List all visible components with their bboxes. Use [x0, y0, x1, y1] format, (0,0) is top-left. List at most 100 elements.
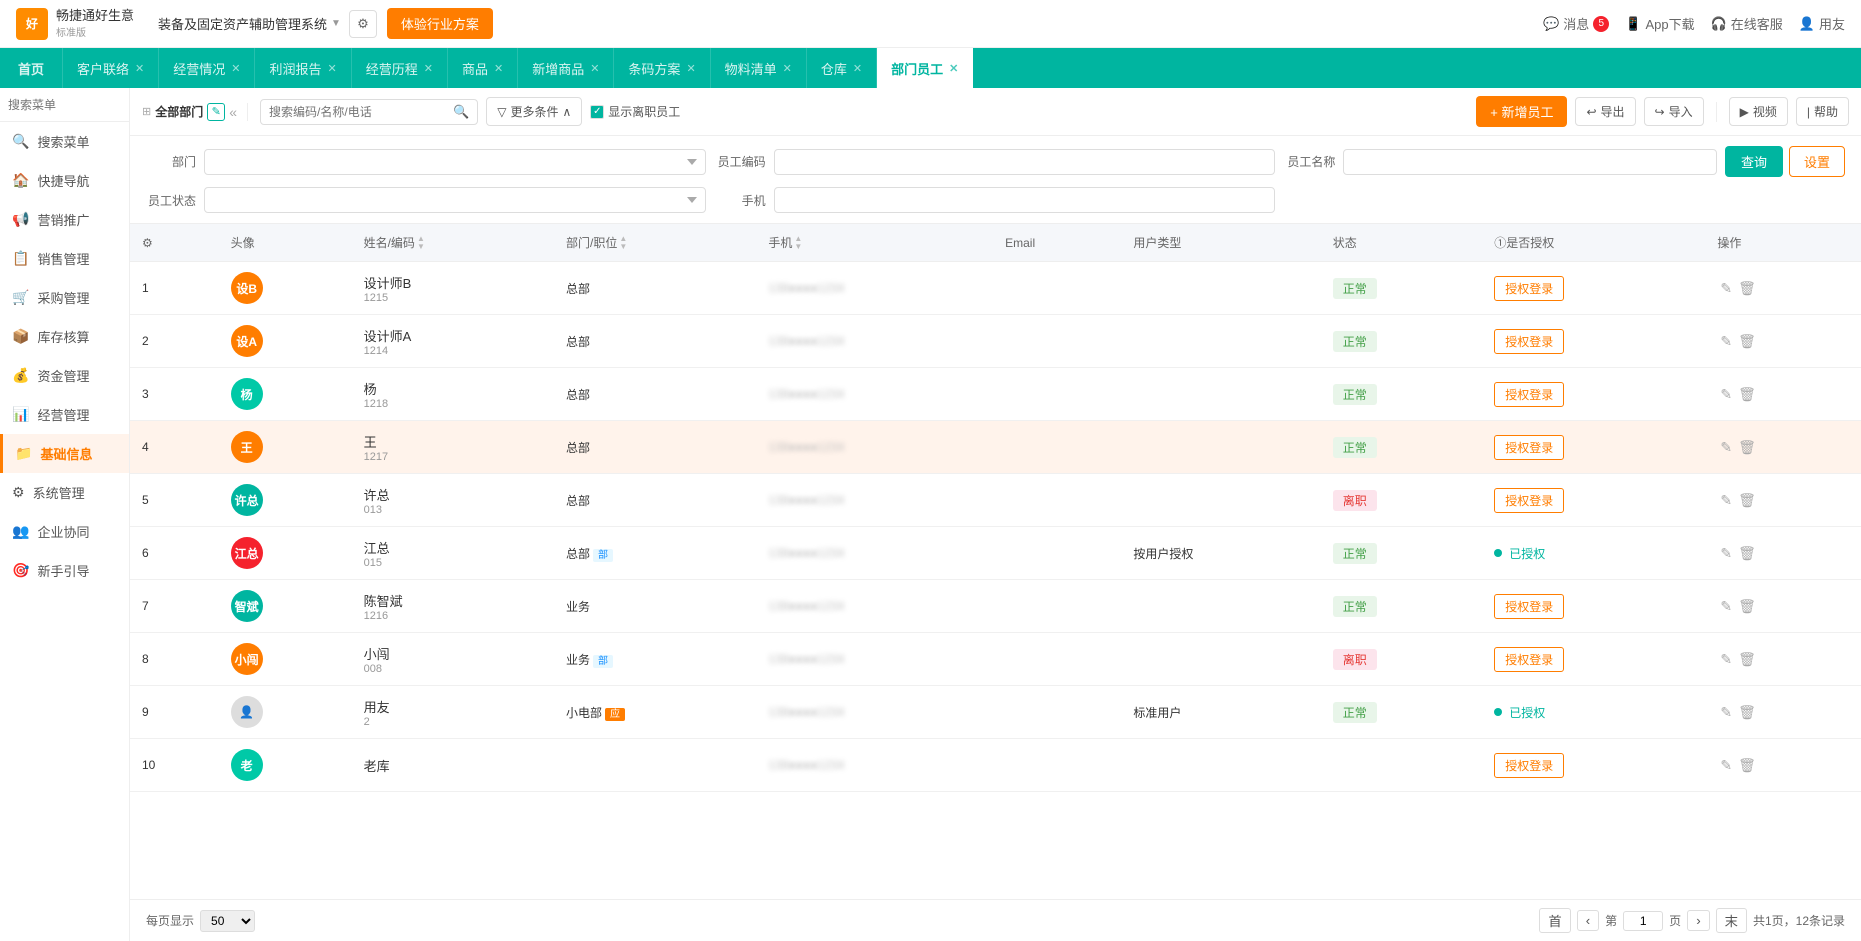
edit-button[interactable]: ✎	[1720, 545, 1732, 561]
edit-button[interactable]: ✎	[1720, 492, 1732, 508]
sidebar-item-sales[interactable]: 📋销售管理	[0, 239, 129, 278]
app-download-button[interactable]: 📱 App下载	[1625, 14, 1694, 33]
phone-input[interactable]	[774, 187, 1276, 213]
first-page-btn[interactable]: 首	[1539, 908, 1570, 933]
show-resigned-toggle[interactable]: ✓ 显示离职员工	[590, 103, 680, 120]
delete-button[interactable]: 🗑	[1738, 598, 1756, 614]
auth-login-button[interactable]: 授权登录	[1494, 594, 1564, 619]
sidebar-item-collab[interactable]: 👥企业协同	[0, 512, 129, 551]
delete-button[interactable]: 🗑	[1738, 439, 1756, 455]
collapse-dept-icon[interactable]: «	[229, 104, 237, 120]
delete-button[interactable]: 🗑	[1738, 492, 1756, 508]
logo-area: 好 畅捷通好生意 标准版	[16, 8, 146, 40]
import-btn[interactable]: ↪ 导入	[1644, 97, 1704, 126]
delete-button[interactable]: 🗑	[1738, 545, 1756, 561]
tab-profit[interactable]: 利润报告 ✕	[255, 48, 351, 88]
sidebar-search-input[interactable]	[8, 98, 130, 112]
sidebar-item-quicknav[interactable]: 🏠快捷导航	[0, 161, 129, 200]
edit-button[interactable]: ✎	[1720, 598, 1732, 614]
more-conditions-btn[interactable]: ▽ 更多条件 ∧	[486, 97, 582, 126]
query-button[interactable]: 查询	[1725, 146, 1783, 177]
edit-button[interactable]: ✎	[1720, 386, 1732, 402]
last-page-btn[interactable]: 末	[1716, 908, 1747, 933]
edit-button[interactable]: ✎	[1720, 333, 1732, 349]
row-dept: 业务部	[554, 633, 756, 686]
tab-operations[interactable]: 经营情况 ✕	[159, 48, 255, 88]
page-input[interactable]	[1623, 911, 1663, 931]
delete-button[interactable]: 🗑	[1738, 386, 1756, 402]
row-dept	[554, 739, 756, 792]
status-badge: 离职	[1333, 649, 1377, 670]
row-user-type	[1121, 580, 1320, 633]
row-name-code: 许总013	[352, 474, 554, 527]
sidebar-item-inventory[interactable]: 📦库存核算	[0, 317, 129, 356]
row-auth: 授权登录	[1482, 739, 1705, 792]
edit-button[interactable]: ✎	[1720, 757, 1732, 773]
user-menu[interactable]: 👤 用友	[1799, 14, 1845, 33]
help-btn[interactable]: | 帮助	[1796, 97, 1849, 126]
auth-login-button[interactable]: 授权登录	[1494, 488, 1564, 513]
prev-page-btn[interactable]: ‹	[1577, 910, 1599, 931]
auth-login-button[interactable]: 授权登录	[1494, 382, 1564, 407]
view-btn[interactable]: ▶ 视频	[1729, 97, 1788, 126]
online-service-button[interactable]: 🎧 在线客服	[1711, 14, 1783, 33]
sidebar-item-finance[interactable]: 💰资金管理	[0, 356, 129, 395]
next-page-btn[interactable]: ›	[1687, 910, 1709, 931]
search-input[interactable]	[269, 105, 449, 119]
show-resigned-checkbox[interactable]: ✓	[590, 105, 604, 119]
auth-login-button[interactable]: 授权登录	[1494, 329, 1564, 354]
set-button[interactable]: 设置	[1789, 146, 1845, 177]
message-button[interactable]: 💬 消息 5	[1543, 14, 1609, 33]
auth-login-button[interactable]: 授权登录	[1494, 647, 1564, 672]
tab-customer[interactable]: 客户联络 ✕	[63, 48, 159, 88]
delete-button[interactable]: 🗑	[1738, 757, 1756, 773]
dept-select[interactable]	[204, 149, 706, 175]
gear-button[interactable]: ⚙	[349, 10, 377, 38]
auth-login-button[interactable]: 授权登录	[1494, 753, 1564, 778]
tab-warehouse[interactable]: 仓库 ✕	[807, 48, 877, 88]
edit-button[interactable]: ✎	[1720, 651, 1732, 667]
delete-button[interactable]: 🗑	[1738, 280, 1756, 296]
edit-button[interactable]: ✎	[1720, 704, 1732, 720]
edit-button[interactable]: ✎	[1720, 280, 1732, 296]
status-badge: 正常	[1333, 384, 1377, 405]
employee-code-input[interactable]	[774, 149, 1276, 175]
sidebar-item-purchase[interactable]: 🛒采购管理	[0, 278, 129, 317]
delete-button[interactable]: 🗑	[1738, 333, 1756, 349]
tab-home[interactable]: 首页	[0, 48, 63, 88]
sidebar-item-operations[interactable]: 📊经营管理	[0, 395, 129, 434]
tab-employee[interactable]: 部门员工 ✕	[877, 48, 973, 88]
tab-bom[interactable]: 物料清单 ✕	[711, 48, 807, 88]
employee-name-input[interactable]	[1343, 149, 1717, 175]
delete-button[interactable]: 🗑	[1738, 651, 1756, 667]
sidebar-item-guide[interactable]: 🎯新手引导	[0, 551, 129, 590]
auth-login-button[interactable]: 授权登录	[1494, 276, 1564, 301]
top-right: 💬 消息 5 📱 App下载 🎧 在线客服 👤 用友	[1543, 14, 1845, 33]
delete-button[interactable]: 🗑	[1738, 704, 1756, 720]
col-settings[interactable]: ⚙	[130, 224, 219, 262]
tab-barcode[interactable]: 条码方案 ✕	[614, 48, 710, 88]
add-employee-button[interactable]: + 新增员工	[1476, 96, 1567, 127]
sidebar-item-system[interactable]: ⚙系统管理	[0, 473, 129, 512]
sidebar-item-marketing[interactable]: 📢营销推广	[0, 200, 129, 239]
tab-journey[interactable]: 经营历程 ✕	[352, 48, 448, 88]
sidebar-item-search[interactable]: 🔍搜索菜单	[0, 122, 129, 161]
search-icon[interactable]: 🔍	[453, 104, 469, 120]
per-page-select[interactable]: 50 100 200	[200, 910, 255, 932]
tab-new-goods[interactable]: 新增商品 ✕	[518, 48, 614, 88]
edit-button[interactable]: ✎	[1720, 439, 1732, 455]
col-name[interactable]: 姓名/编码 ▲▼	[352, 224, 554, 262]
col-phone[interactable]: 手机 ▲▼	[756, 224, 993, 262]
auth-login-button[interactable]: 授权登录	[1494, 435, 1564, 460]
row-email	[993, 368, 1121, 421]
row-auth: 授权登录	[1482, 262, 1705, 315]
sidebar-item-basic[interactable]: 📁基础信息	[0, 434, 129, 473]
trial-button[interactable]: 体验行业方案	[387, 8, 493, 39]
tab-goods[interactable]: 商品 ✕	[448, 48, 518, 88]
export-btn[interactable]: ↩ 导出	[1575, 97, 1635, 126]
all-dept-label[interactable]: 全部部门	[155, 103, 203, 120]
status-select[interactable]	[204, 187, 706, 213]
col-dept[interactable]: 部门/职位 ▲▼	[554, 224, 756, 262]
system-title-arrow[interactable]: ▼	[331, 18, 341, 29]
dept-edit-icon[interactable]: ✎	[207, 103, 225, 121]
